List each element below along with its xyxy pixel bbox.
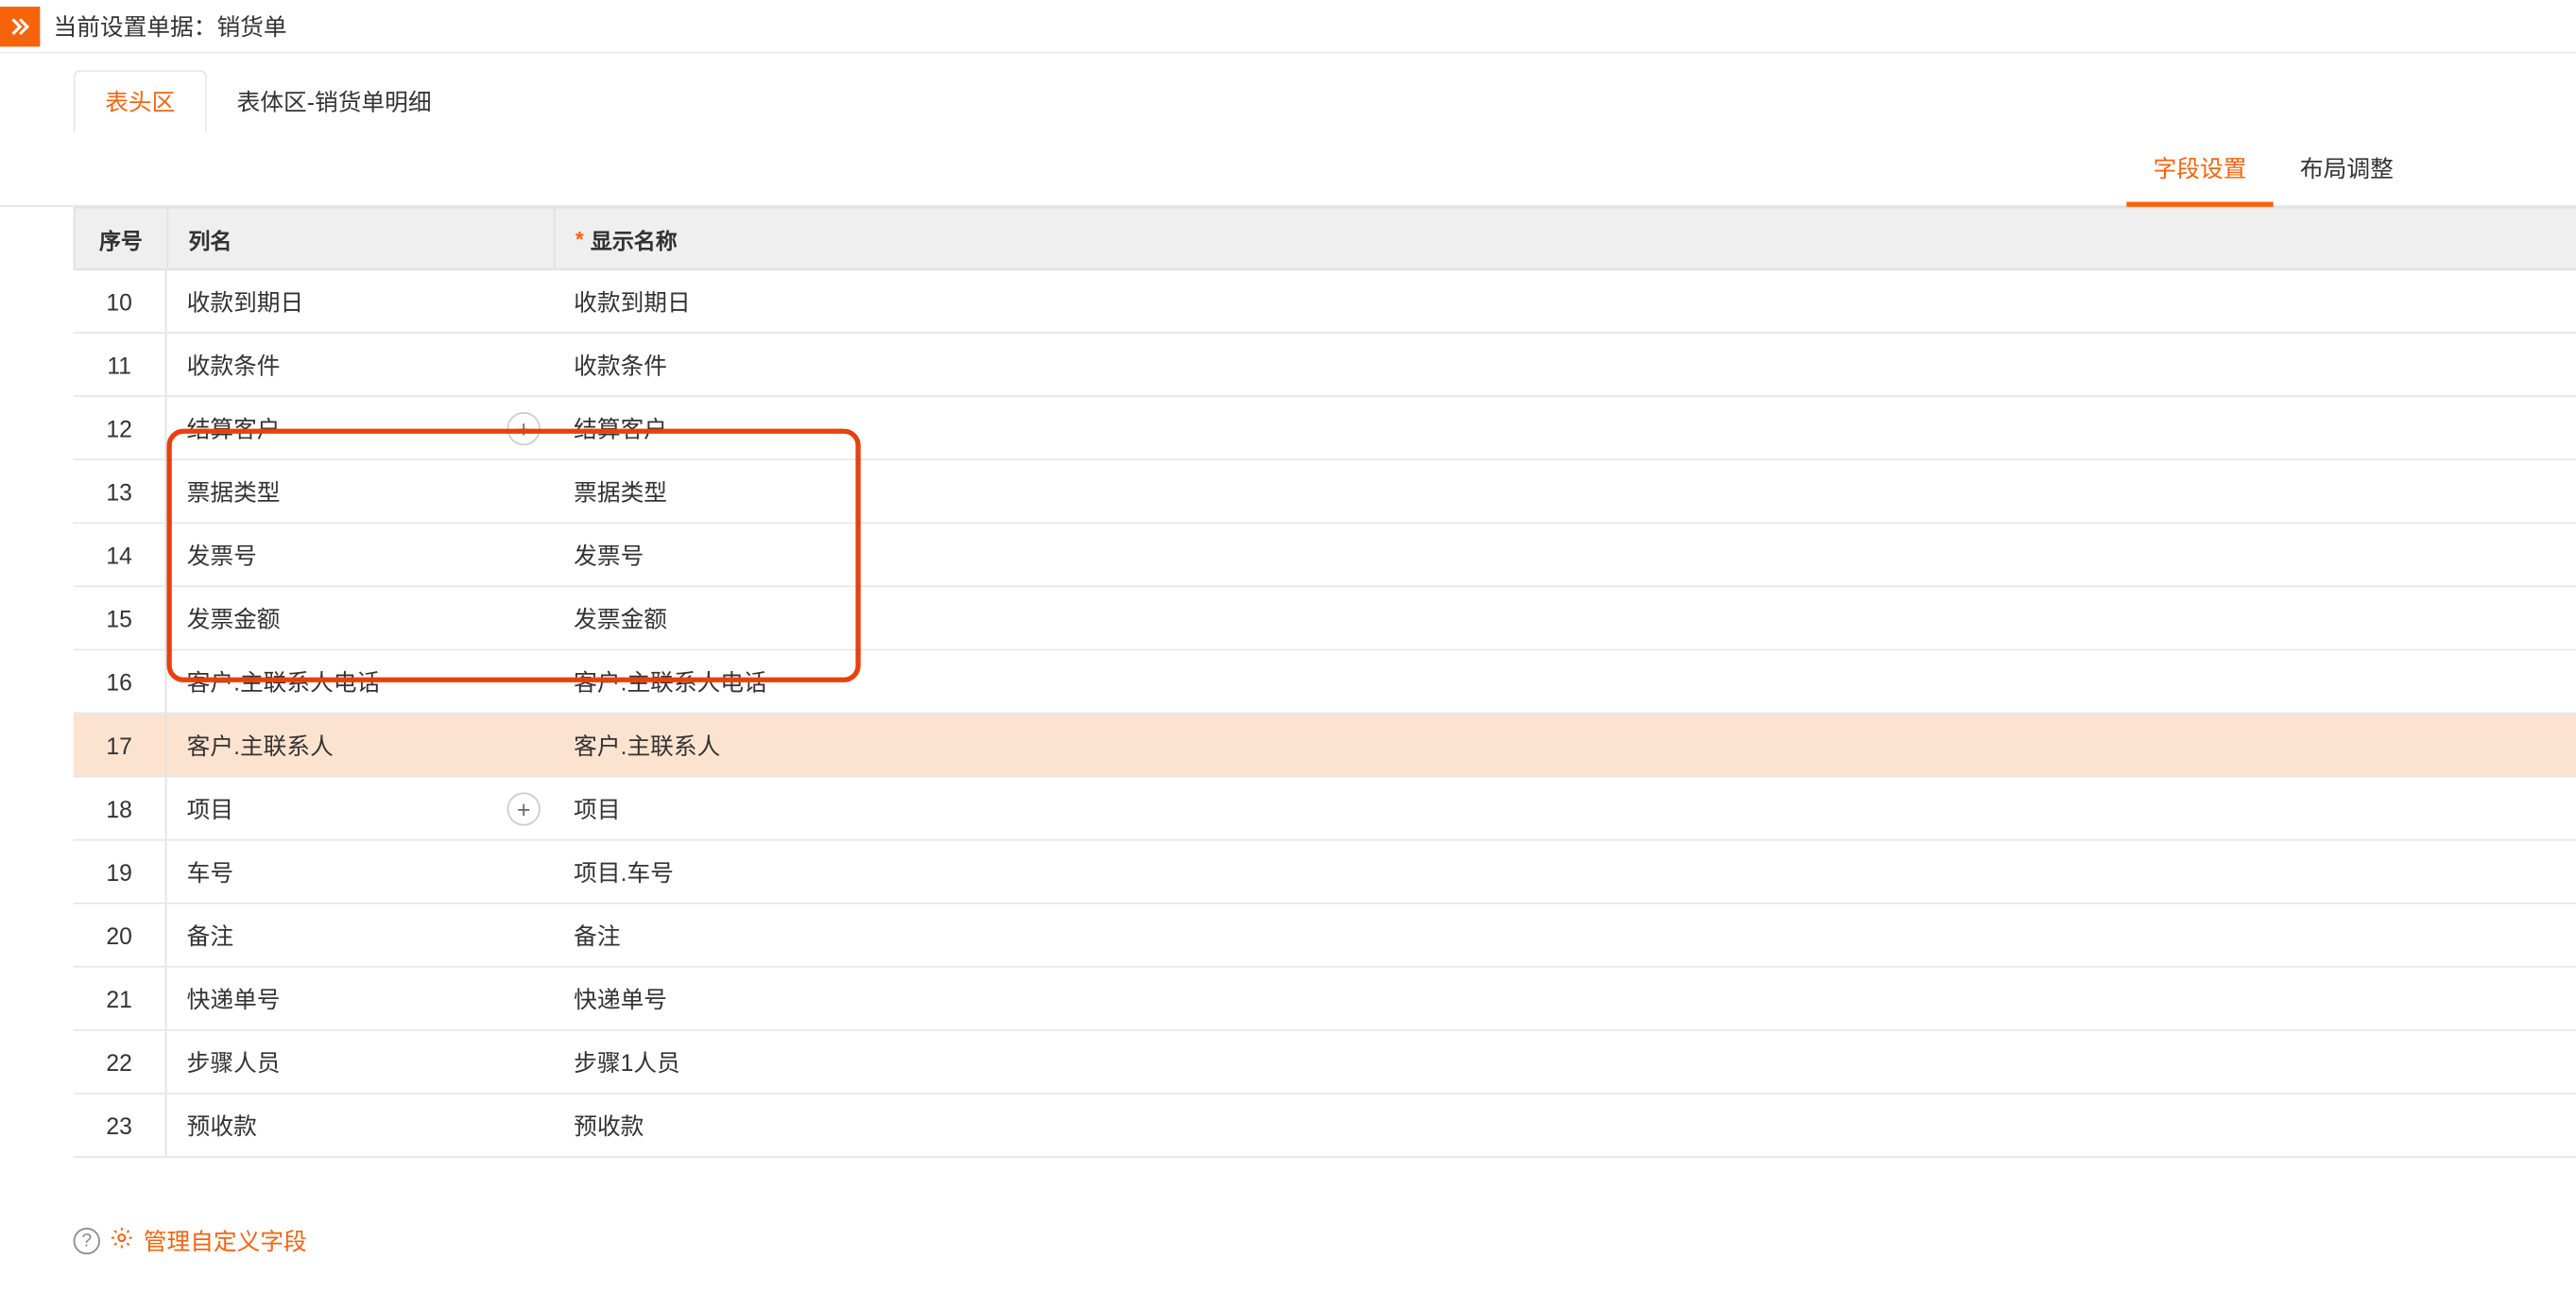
table-row[interactable]: 22步骤人员步骤1人员 [74,1031,2576,1095]
table-row[interactable]: 20备注备注 [74,905,2576,968]
table-row[interactable]: 23预收款预收款 [74,1095,2576,1158]
cell-display-name[interactable]: 项目 [554,777,2576,838]
table-row[interactable]: 15发票金额发票金额 [74,587,2576,650]
table-row[interactable]: 13票据类型票据类型 [74,460,2576,524]
table-row[interactable]: 21快递单号快递单号 [74,968,2576,1031]
cell-seq: 19 [74,841,167,903]
cell-display-name[interactable]: 票据类型 [554,460,2576,522]
help-icon[interactable]: ? [74,1227,100,1253]
cell-display-name[interactable]: 结算客户 [554,397,2576,458]
cell-display-name[interactable]: 客户.主联系人电话 [554,650,2576,712]
table-row[interactable]: 11收款条件收款条件 [74,334,2576,397]
cell-seq: 21 [74,968,167,1029]
table-row[interactable]: 17客户.主联系人客户.主联系人 [74,714,2576,777]
tab-sub-1[interactable]: 布局调整 [2274,131,2420,205]
cell-display-name[interactable]: 发票号 [554,524,2576,585]
cell-display-name[interactable]: 快递单号 [554,968,2576,1029]
cell-display-name[interactable]: 项目.车号 [554,841,2576,903]
cell-display-name[interactable]: 预收款 [554,1095,2576,1156]
cell-seq: 22 [74,1031,167,1093]
cell-column-name: 车号 [167,841,554,903]
cell-seq: 17 [74,714,167,775]
cell-column-name: 发票金额 [167,587,554,648]
cell-column-name: 预收款 [167,1095,554,1156]
cell-display-name[interactable]: 客户.主联系人 [554,714,2576,775]
cell-column-name: 备注 [167,905,554,966]
cell-seq: 11 [74,334,167,395]
sub-tabs: 字段设置布局调整 [0,131,2576,206]
table-row[interactable]: 14发票号发票号 [74,524,2576,587]
cell-display-name[interactable]: 收款条件 [554,334,2576,395]
cell-column-name: 客户.主联系人 [167,714,554,775]
table-row[interactable]: 18项目+项目 [74,777,2576,840]
required-star-icon: * [575,226,584,250]
cell-column-name: 票据类型 [167,460,554,522]
cell-column-name: 客户.主联系人电话 [167,650,554,712]
cell-seq: 10 [74,270,167,332]
cell-seq: 12 [74,397,167,458]
cell-seq: 14 [74,524,167,585]
cell-seq: 23 [74,1095,167,1156]
cell-seq: 13 [74,460,167,522]
cell-column-name: 项目+ [167,777,554,838]
header-column-name: 列名 [168,209,555,269]
cell-display-name[interactable]: 步骤1人员 [554,1031,2576,1093]
cell-column-name: 收款条件 [167,334,554,395]
header-bar: 当前设置单据：销货单 [0,0,2576,53]
cell-column-name: 步骤人员 [167,1031,554,1093]
cell-display-name[interactable]: 备注 [554,905,2576,966]
cell-display-name[interactable]: 发票金额 [554,587,2576,648]
table-row[interactable]: 10收款到期日收款到期日 [74,270,2576,334]
tab-area-1[interactable]: 表体区-销货单明细 [207,72,461,132]
cell-column-name: 发票号 [167,524,554,585]
cell-seq: 20 [74,905,167,966]
chevrons-right-icon [9,14,32,38]
cell-display-name[interactable]: 收款到期日 [554,270,2576,332]
tab-sub-0[interactable]: 字段设置 [2126,131,2273,205]
table-row[interactable]: 16客户.主联系人电话客户.主联系人电话 [74,650,2576,714]
manage-custom-fields-link[interactable]: 管理自定义字段 [144,1224,307,1257]
cell-seq: 15 [74,587,167,648]
cell-column-name: 结算客户+ [167,397,554,458]
page-title: 当前设置单据：销货单 [53,9,286,43]
header-seq: 序号 [75,209,168,269]
cell-seq: 16 [74,650,167,712]
gear-icon [110,1226,133,1254]
area-tabs: 表头区表体区-销货单明细 [74,70,2576,133]
expand-button[interactable]: + [507,791,541,824]
expand-button[interactable]: + [507,411,541,444]
table-row[interactable]: 12结算客户+结算客户 [74,397,2576,460]
cell-column-name: 快递单号 [167,968,554,1029]
tab-area-0[interactable]: 表头区 [74,70,207,133]
cell-seq: 18 [74,777,167,838]
table-header-row: 序号 列名 *显示名称 显示 必录 不可编辑? [74,207,2576,270]
collapse-panel-button[interactable] [0,6,40,45]
footer-bar: ? 管理自定义字段 取消 保存 [74,1188,2576,1293]
header-display-name: *显示名称 [556,209,2576,269]
cell-column-name: 收款到期日 [167,270,554,332]
table-body: 10收款到期日收款到期日11收款条件收款条件12结算客户+结算客户13票据类型票… [74,270,2576,1158]
table-row[interactable]: 19车号项目.车号 [74,841,2576,905]
